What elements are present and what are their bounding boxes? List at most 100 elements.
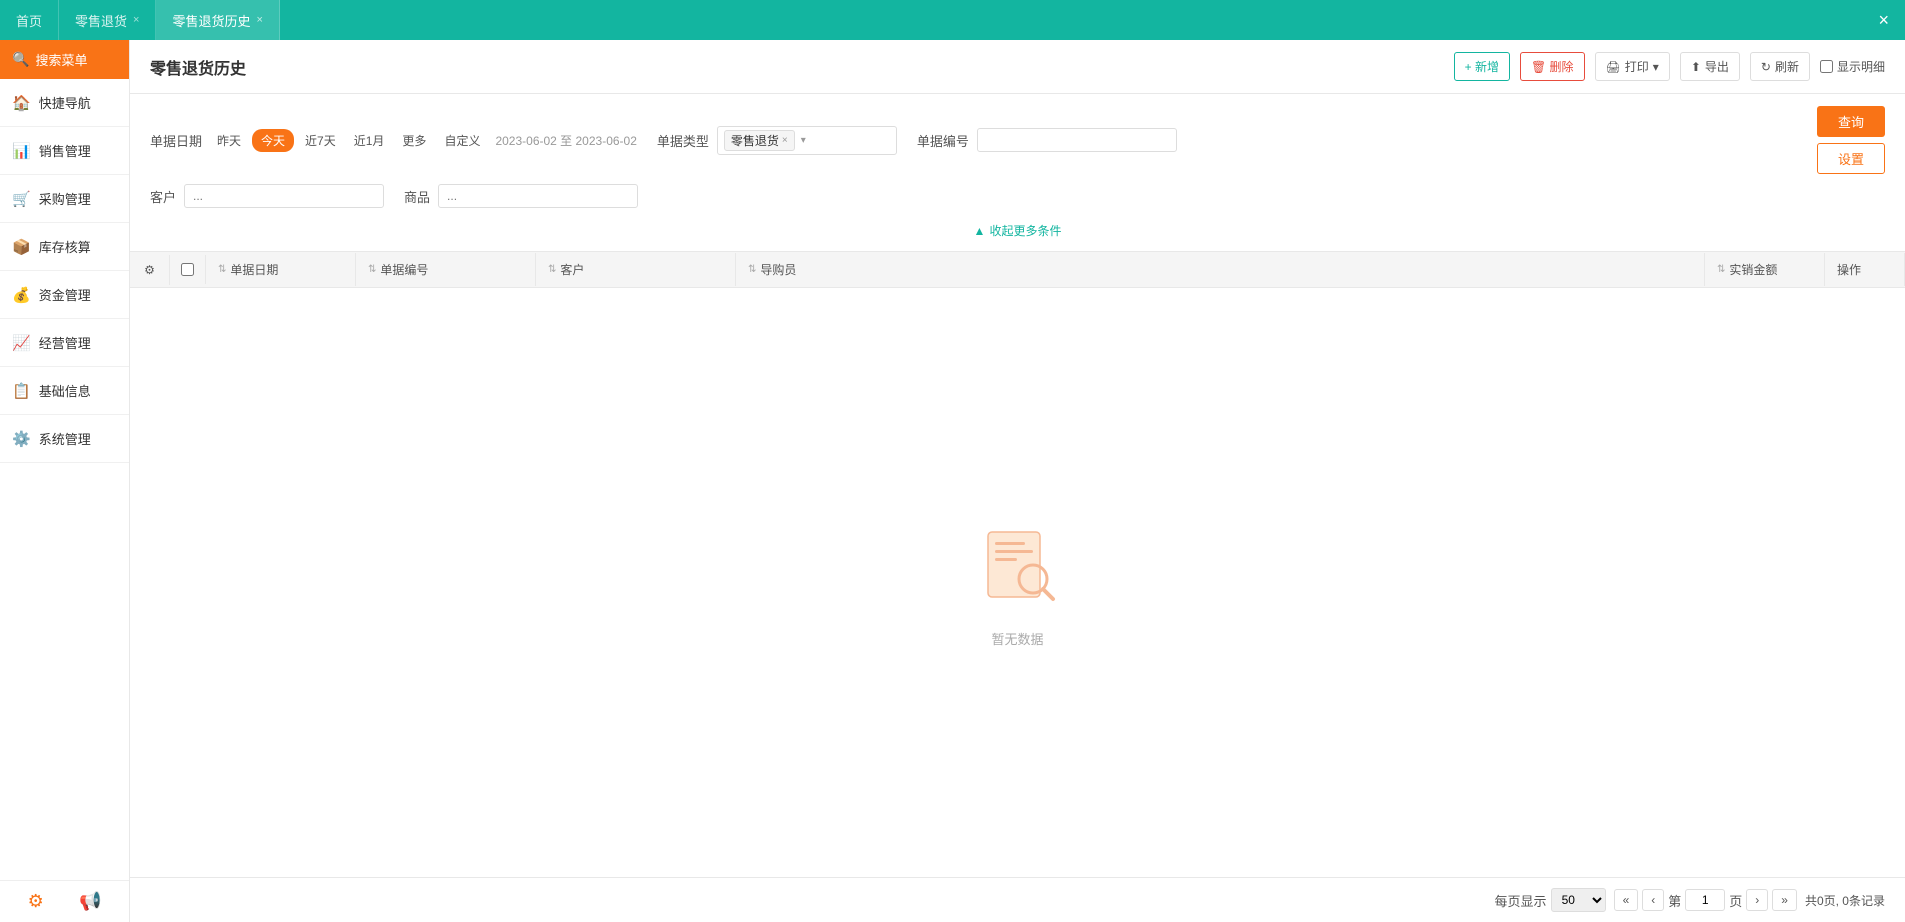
sidebar: 🔍 搜索菜单 🏠 快捷导航 📊 销售管理 🛒 采购管理 📦 库存核算 💰 资金管… xyxy=(0,40,130,922)
gear-icon[interactable]: ⚙ xyxy=(28,891,44,912)
new-button[interactable]: + 新增 xyxy=(1454,52,1510,81)
export-label: 导出 xyxy=(1705,58,1729,75)
type-tag-input[interactable]: 零售退货 × ▾ xyxy=(717,126,897,155)
voucher-filter: 单据编号 xyxy=(917,128,1177,152)
goods-input[interactable] xyxy=(438,184,638,208)
th-amount[interactable]: ⇅ 实销金额 xyxy=(1705,253,1825,286)
type-tag-close[interactable]: × xyxy=(782,135,788,146)
customer-filter-label: 客户 xyxy=(150,187,176,206)
tab-retail-return-history-close[interactable]: × xyxy=(256,14,262,26)
page-size-selector: 每页显示 50 100 200 xyxy=(1495,888,1606,912)
sort-icon-guide: ⇅ xyxy=(748,264,756,275)
voucher-input[interactable] xyxy=(977,128,1177,152)
filter-area: 单据日期 昨天 今天 近7天 近1月 更多 自定义 2023-06-02 至 2… xyxy=(130,94,1905,252)
table-header: ⚙ ⇅ 单据日期 ⇅ 单据编号 ⇅ 客户 ⇅ 导购员 xyxy=(130,252,1905,288)
tab-retail-return-history[interactable]: 零售退货历史 × xyxy=(156,0,279,40)
empty-illustration xyxy=(968,517,1068,617)
sidebar-item-basic-info[interactable]: 📋 基础信息 xyxy=(0,367,129,415)
per-page-select[interactable]: 50 100 200 xyxy=(1551,888,1606,912)
sidebar-item-system[interactable]: ⚙️ 系统管理 xyxy=(0,415,129,463)
date-filter: 单据日期 昨天 今天 近7天 近1月 更多 自定义 2023-06-02 至 2… xyxy=(150,129,637,152)
tab-retail-return-close[interactable]: × xyxy=(133,14,139,26)
delete-button[interactable]: 🗑 删除 xyxy=(1520,52,1585,81)
sort-icon-voucher: ⇅ xyxy=(368,264,376,275)
refresh-button[interactable]: ↻ 刷新 xyxy=(1750,52,1810,81)
th-checkbox[interactable] xyxy=(170,255,206,284)
voucher-filter-label: 单据编号 xyxy=(917,131,969,150)
sort-icon-customer: ⇅ xyxy=(548,264,556,275)
export-button[interactable]: ⬆ 导出 xyxy=(1680,52,1740,81)
sidebar-item-finance-label: 资金管理 xyxy=(39,285,91,304)
customer-filter: 客户 xyxy=(150,184,384,208)
table-area: ⚙ ⇅ 单据日期 ⇅ 单据编号 ⇅ 客户 ⇅ 导购员 xyxy=(130,252,1905,877)
prev-page-button[interactable]: ‹ xyxy=(1642,889,1664,911)
th-amount-label: 实销金额 xyxy=(1729,261,1777,278)
date-options: 昨天 今天 近7天 近1月 更多 自定义 xyxy=(210,129,487,152)
date-filter-label: 单据日期 xyxy=(150,131,202,150)
sound-icon[interactable]: 📢 xyxy=(79,891,101,912)
sidebar-item-quick-nav-label: 快捷导航 xyxy=(39,93,91,112)
top-bar: 首页 零售退货 × 零售退货历史 × × xyxy=(0,0,1905,40)
last-page-button[interactable]: » xyxy=(1772,889,1797,911)
select-all-checkbox[interactable] xyxy=(181,263,194,276)
tab-retail-return-history-label: 零售退货历史 xyxy=(172,11,250,30)
next-page-button[interactable]: › xyxy=(1746,889,1768,911)
show-detail-label: 显示明细 xyxy=(1837,58,1885,75)
empty-text: 暂无数据 xyxy=(991,629,1043,648)
tab-retail-return[interactable]: 零售退货 × xyxy=(59,0,156,40)
home-icon: 🏠 xyxy=(12,94,31,112)
query-button[interactable]: 查询 xyxy=(1817,106,1885,137)
first-page-button[interactable]: « xyxy=(1614,889,1639,911)
th-guide-label: 导购员 xyxy=(760,261,796,278)
print-icon: 🖨 xyxy=(1606,60,1621,74)
tab-retail-return-label: 零售退货 xyxy=(75,11,127,30)
customer-input[interactable] xyxy=(184,184,384,208)
settings-button[interactable]: 设置 xyxy=(1817,143,1885,174)
sidebar-item-inventory[interactable]: 📦 库存核算 xyxy=(0,223,129,271)
date-btn-7days[interactable]: 近7天 xyxy=(298,129,343,152)
type-tag-text: 零售退货 xyxy=(731,132,779,149)
page-input[interactable] xyxy=(1685,889,1725,911)
sidebar-item-sales[interactable]: 📊 销售管理 xyxy=(0,127,129,175)
show-detail-checkbox[interactable] xyxy=(1820,60,1833,73)
content-area: 零售退货历史 + 新增 🗑 删除 🖨 打印 ▾ ⬆ 导出 ↻ 刷新 xyxy=(130,40,1905,922)
refresh-label: 刷新 xyxy=(1775,58,1799,75)
th-customer[interactable]: ⇅ 客户 xyxy=(536,253,736,286)
th-guide[interactable]: ⇅ 导购员 xyxy=(736,253,1705,286)
goods-filter: 商品 xyxy=(404,184,638,208)
date-btn-custom[interactable]: 自定义 xyxy=(437,129,487,152)
sidebar-search[interactable]: 🔍 搜索菜单 xyxy=(0,40,129,79)
type-tag: 零售退货 × xyxy=(724,130,795,151)
date-btn-yesterday[interactable]: 昨天 xyxy=(210,129,248,152)
tab-home[interactable]: 首页 xyxy=(0,0,59,40)
sidebar-item-purchase[interactable]: 🛒 采购管理 xyxy=(0,175,129,223)
print-label: 打印 xyxy=(1625,58,1649,75)
header-actions: + 新增 🗑 删除 🖨 打印 ▾ ⬆ 导出 ↻ 刷新 显示明细 xyxy=(1454,52,1885,81)
type-chevron-icon: ▾ xyxy=(801,135,806,146)
sidebar-item-quick-nav[interactable]: 🏠 快捷导航 xyxy=(0,79,129,127)
date-btn-today[interactable]: 今天 xyxy=(252,129,294,152)
sidebar-item-sales-label: 销售管理 xyxy=(39,141,91,160)
window-close-button[interactable]: × xyxy=(1862,10,1905,31)
sidebar-item-operations[interactable]: 📈 经营管理 xyxy=(0,319,129,367)
action-buttons: 查询 设置 xyxy=(1817,106,1885,174)
sales-icon: 📊 xyxy=(12,142,31,160)
finance-icon: 💰 xyxy=(12,286,31,304)
th-voucher-label: 单据编号 xyxy=(380,261,428,278)
date-btn-more[interactable]: 更多 xyxy=(395,129,433,152)
sidebar-item-basic-info-label: 基础信息 xyxy=(39,381,91,400)
th-date[interactable]: ⇅ 单据日期 xyxy=(206,253,356,286)
print-button[interactable]: 🖨 打印 ▾ xyxy=(1595,52,1670,81)
page-header: 零售退货历史 + 新增 🗑 删除 🖨 打印 ▾ ⬆ 导出 ↻ 刷新 xyxy=(130,40,1905,94)
sort-icon-amount: ⇅ xyxy=(1717,264,1725,275)
collapse-button[interactable]: ▲ 收起更多条件 xyxy=(974,222,1062,239)
date-range-display: 2023-06-02 至 2023-06-02 xyxy=(495,132,636,149)
goods-filter-label: 商品 xyxy=(404,187,430,206)
sidebar-footer: ⚙ 📢 xyxy=(0,880,129,922)
th-voucher[interactable]: ⇅ 单据编号 xyxy=(356,253,536,286)
date-btn-1month[interactable]: 近1月 xyxy=(347,129,392,152)
show-detail-checkbox-label[interactable]: 显示明细 xyxy=(1820,58,1885,75)
sidebar-item-finance[interactable]: 💰 资金管理 xyxy=(0,271,129,319)
pagination: 每页显示 50 100 200 « ‹ 第 页 › » 共0页, 0条记录 xyxy=(130,877,1905,922)
th-settings[interactable]: ⚙ xyxy=(130,255,170,285)
